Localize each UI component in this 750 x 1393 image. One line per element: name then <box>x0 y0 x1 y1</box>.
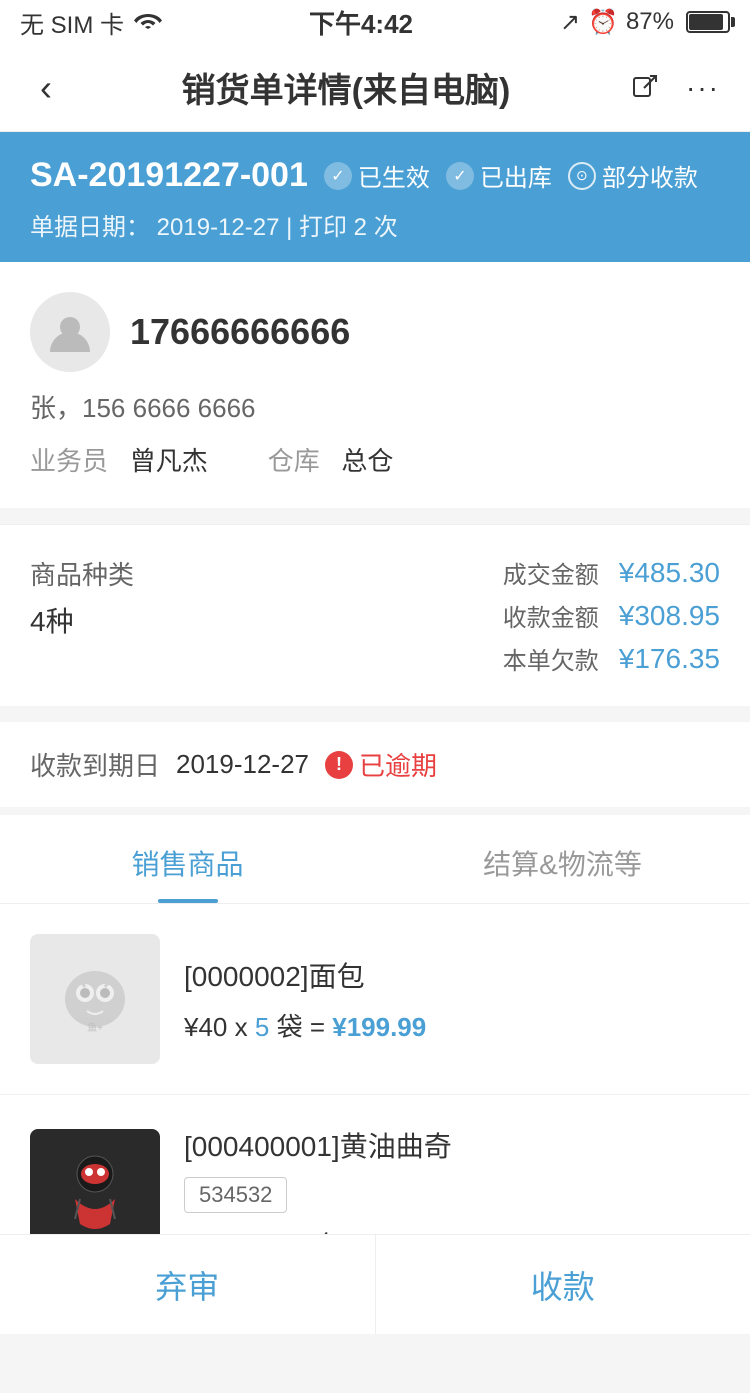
cancel-button[interactable]: 弃审 <box>0 1235 376 1334</box>
tabs: 销售商品 结算&物流等 <box>0 815 750 904</box>
transaction-label: 成交金额 <box>503 555 599 590</box>
tab-products-label: 销售商品 <box>131 849 243 880</box>
order-date: 2019-12-27 <box>157 214 280 241</box>
warehouse-name: 总仓 <box>341 446 393 476</box>
nav-actions: ··· <box>630 68 720 108</box>
warehouse-meta: 仓库 总仓 <box>268 441 394 478</box>
table-row: 鱼+ [0000002]面包 ¥40 x 5 袋 = ¥199.99 <box>0 904 750 1095</box>
owed-amount-row: 本单欠款 ¥176.35 <box>503 641 720 676</box>
status-badge-effective: ✓ 已生效 <box>324 158 430 193</box>
due-label: 收款到期日 <box>30 746 160 783</box>
order-header: SA-20191227-001 ✓ 已生效 ✓ 已出库 ⊙ 部分收款 单据日期：… <box>0 132 750 262</box>
product-x-1: x <box>235 1012 255 1042</box>
alarm-icon: ⏰ <box>588 8 618 37</box>
product-total-1: ¥199.99 <box>332 1012 426 1042</box>
product-price-1: ¥40 <box>184 1012 227 1042</box>
order-id-row: SA-20191227-001 ✓ 已生效 ✓ 已出库 ⊙ 部分收款 <box>30 156 720 195</box>
customer-name: 张，156 6666 6666 <box>30 388 720 425</box>
customer-meta: 业务员 曾凡杰 仓库 总仓 <box>30 441 720 478</box>
overdue-label: 已逾期 <box>359 746 437 783</box>
overdue-badge: ! 已逾期 <box>325 746 437 783</box>
status-badge-shipped: ✓ 已出库 <box>446 158 552 193</box>
back-button[interactable]: ‹ <box>30 57 62 119</box>
order-id: SA-20191227-001 <box>30 156 308 195</box>
status-bar: 无 SIM 卡 下午4:42 ↗ ⏰ 87% <box>0 0 750 44</box>
product-price-row-1: ¥40 x 5 袋 = ¥199.99 <box>184 1007 720 1044</box>
owed-label: 本单欠款 <box>503 641 599 676</box>
product-type-value: 4种 <box>30 600 134 640</box>
more-icon[interactable]: ··· <box>686 72 720 104</box>
collected-label: 收款金额 <box>503 598 599 633</box>
confirm-button[interactable]: 收款 <box>376 1235 750 1334</box>
status-partial-label: 部分收款 <box>602 158 698 193</box>
page-title: 销货单详情(来自电脑) <box>182 63 511 112</box>
check-icon-1: ✓ <box>324 162 352 190</box>
due-date: 2019-12-27 <box>176 749 309 780</box>
share-icon[interactable] <box>630 68 662 108</box>
due-section: 收款到期日 2019-12-27 ! 已逾期 <box>0 722 750 815</box>
sales-name: 曾凡杰 <box>130 446 208 476</box>
product-qty-1: 5 <box>255 1012 269 1042</box>
print-info: | 打印 2 次 <box>286 214 398 241</box>
svg-text:鱼+: 鱼+ <box>87 1021 103 1034</box>
product-type-label: 商品种类 <box>30 555 134 592</box>
tab-products[interactable]: 销售商品 <box>0 815 375 903</box>
order-date-row: 单据日期： 2019-12-27 | 打印 2 次 <box>30 207 720 242</box>
product-eq-1: = <box>310 1012 332 1042</box>
product-unit-1: 袋 <box>277 1012 303 1042</box>
tab-settlement[interactable]: 结算&物流等 <box>375 815 750 903</box>
status-right: ↗ ⏰ 87% <box>560 8 730 37</box>
transaction-value: ¥485.30 <box>619 557 720 589</box>
status-badge-partial: ⊙ 部分收款 <box>568 158 698 193</box>
nav-bar: ‹ 销货单详情(来自电脑) ··· <box>0 44 750 132</box>
bottom-bar: 弃审 收款 <box>0 1234 750 1334</box>
sales-meta: 业务员 曾凡杰 <box>30 441 208 478</box>
customer-section: 17666666666 张，156 6666 6666 业务员 曾凡杰 仓库 总… <box>0 262 750 508</box>
summary-section: 商品种类 4种 成交金额 ¥485.30 收款金额 ¥308.95 本单欠款 ¥… <box>0 525 750 706</box>
status-effective-label: 已生效 <box>358 158 430 193</box>
warehouse-label: 仓库 <box>268 446 320 476</box>
collected-value: ¥308.95 <box>619 600 720 632</box>
product-name-1: [0000002]面包 <box>184 955 720 995</box>
collected-amount-row: 收款金额 ¥308.95 <box>503 598 720 633</box>
battery-percent: 87% <box>626 8 674 36</box>
summary-right: 成交金额 ¥485.30 收款金额 ¥308.95 本单欠款 ¥176.35 <box>503 555 720 676</box>
location-icon: ↗ <box>560 8 580 37</box>
avatar <box>30 292 110 372</box>
product-info-1: [0000002]面包 ¥40 x 5 袋 = ¥199.99 <box>184 955 720 1044</box>
date-label: 单据日期： <box>30 214 150 241</box>
tab-settlement-label: 结算&物流等 <box>483 849 642 880</box>
wifi-icon <box>134 8 162 36</box>
customer-row: 17666666666 <box>30 292 720 372</box>
owed-value: ¥176.35 <box>619 643 720 675</box>
transaction-amount-row: 成交金额 ¥485.30 <box>503 555 720 590</box>
summary-left: 商品种类 4种 <box>30 555 134 640</box>
overdue-icon: ! <box>325 751 353 779</box>
status-time: 下午4:42 <box>309 4 413 41</box>
battery-icon <box>686 11 730 33</box>
product-thumbnail-1: 鱼+ <box>30 934 160 1064</box>
product-name-2: [000400001]黄油曲奇 <box>184 1125 720 1165</box>
carrier-label: 无 SIM 卡 <box>20 5 124 40</box>
check-icon-2: ✓ <box>446 162 474 190</box>
sales-label: 业务员 <box>30 446 108 476</box>
cancel-label: 弃审 <box>155 1262 219 1308</box>
status-shipped-label: 已出库 <box>480 158 552 193</box>
status-left: 无 SIM 卡 <box>20 5 162 40</box>
product-tag-2: 534532 <box>184 1177 287 1213</box>
clock-icon: ⊙ <box>568 162 596 190</box>
confirm-label: 收款 <box>531 1262 595 1308</box>
customer-phone: 17666666666 <box>130 311 350 353</box>
